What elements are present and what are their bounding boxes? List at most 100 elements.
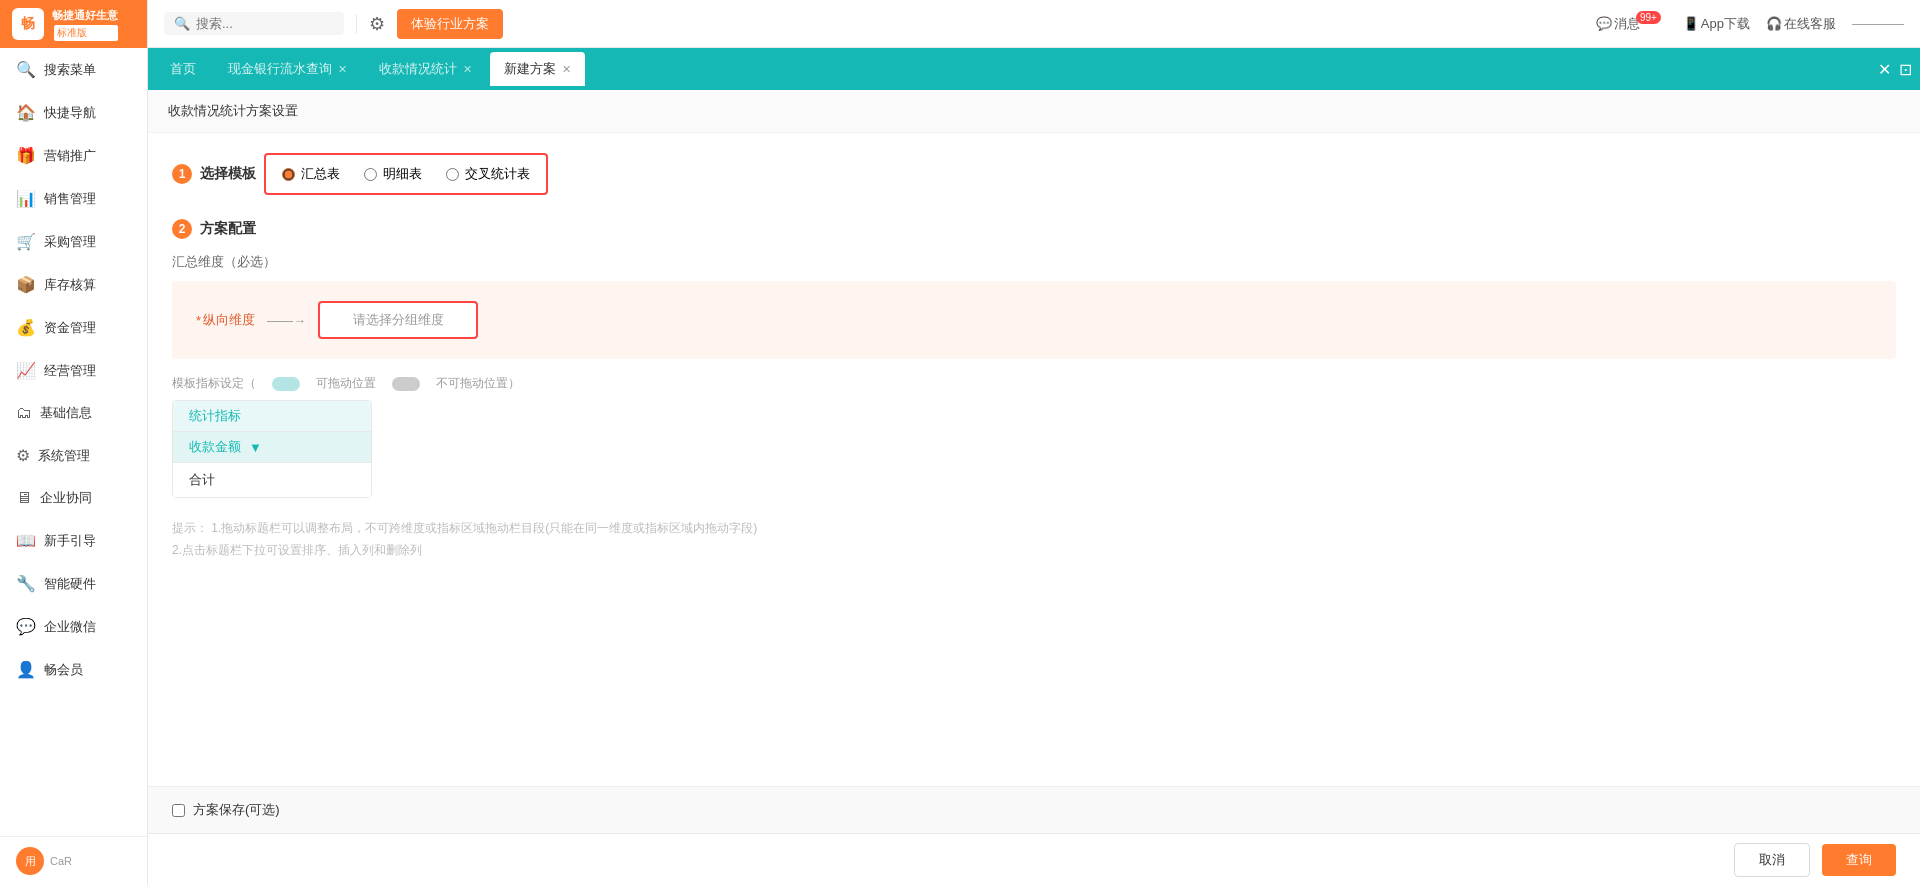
sidebar-item-label: 畅会员 xyxy=(44,661,83,679)
sidebar-item-enterprise[interactable]: 🖥 企业协同 xyxy=(0,477,147,519)
metrics-column-header[interactable]: 收款金额 ▼ xyxy=(173,432,371,463)
sidebar-item-label: 营销推广 xyxy=(44,147,96,165)
radio-cross-label: 交叉统计表 xyxy=(465,165,530,183)
query-button[interactable]: 查询 xyxy=(1822,844,1896,876)
metrics-column-dropdown-icon[interactable]: ▼ xyxy=(249,440,262,455)
tab-new-plan[interactable]: 新建方案 ✕ xyxy=(490,52,585,86)
tab-bank-label: 现金银行流水查询 xyxy=(228,60,332,78)
tip-1: 提示： 1.拖动标题栏可以调整布局，不可跨维度或指标区域拖动栏目段(只能在同一维… xyxy=(172,518,1896,540)
sidebar-bottom: 用 CaR xyxy=(0,836,147,885)
vertical-dim-label: 纵向维度 xyxy=(196,311,255,329)
logo-name: 畅捷通好生意 xyxy=(52,8,118,23)
tab-collection-close[interactable]: ✕ xyxy=(463,63,472,76)
template-options: 汇总表 明细表 交叉统计表 xyxy=(264,153,548,195)
logo-badge: 标准版 xyxy=(54,25,118,41)
purchase-icon: 🛒 xyxy=(16,232,36,251)
sidebar-logo: 畅 畅捷通好生意 标准版 xyxy=(0,0,147,48)
tab-collection-label: 收款情况统计 xyxy=(379,60,457,78)
dimension-select[interactable]: 请选择分组维度 xyxy=(318,301,478,339)
tip-2: 2.点击标题栏下拉可设置排序、插入列和删除列 xyxy=(172,540,1896,562)
sidebar-item-search-menu[interactable]: 🔍 搜索菜单 xyxy=(0,48,147,91)
radio-summary-label: 汇总表 xyxy=(301,165,340,183)
dim-placeholder: 请选择分组维度 xyxy=(353,311,444,329)
window-close-icon[interactable]: ✕ xyxy=(1878,60,1891,79)
sidebar-item-sales[interactable]: 📊 销售管理 xyxy=(0,177,147,220)
form-body: 1 选择模板 汇总表 明细表 交叉统计表 xyxy=(148,133,1920,786)
system-icon: ⚙ xyxy=(16,446,30,465)
radio-summary-input[interactable] xyxy=(282,168,295,181)
wechat-icon: 💬 xyxy=(16,617,36,636)
radio-detail-input[interactable] xyxy=(364,168,377,181)
topbar-right: 💬 消息 99+ 📱 App下载 🎧 在线客服 ———— xyxy=(1596,15,1904,33)
metrics-total-cell: 合计 xyxy=(173,463,371,497)
save-checkbox[interactable] xyxy=(172,804,185,817)
radio-cross-input[interactable] xyxy=(446,168,459,181)
sidebar-item-label: 资金管理 xyxy=(44,319,96,337)
bell-icon: 💬 xyxy=(1596,16,1612,31)
tab-new-plan-close[interactable]: ✕ xyxy=(562,63,571,76)
step2-section: 2 方案配置 汇总维度（必选） 纵向维度 ——→ xyxy=(172,219,1896,561)
step2-header: 2 方案配置 xyxy=(172,219,1896,239)
search-menu-icon: 🔍 xyxy=(16,60,36,79)
sidebar-item-quick-nav[interactable]: 🏠 快捷导航 xyxy=(0,91,147,134)
topbar-search-box[interactable]: 🔍 xyxy=(164,12,344,35)
user-name: CaR xyxy=(50,855,72,867)
download-icon: 📱 xyxy=(1683,16,1699,31)
config-section: 汇总维度（必选） 纵向维度 ——→ 请选择分组维度 xyxy=(172,253,1896,561)
sidebar-item-operation[interactable]: 📈 经营管理 xyxy=(0,349,147,392)
tab-bar: 首页 现金银行流水查询 ✕ 收款情况统计 ✕ 新建方案 ✕ ✕ ⊡ xyxy=(148,48,1920,90)
industry-btn[interactable]: 体验行业方案 xyxy=(397,9,503,39)
tab-bank[interactable]: 现金银行流水查询 ✕ xyxy=(214,52,361,86)
step2-num: 2 xyxy=(172,219,192,239)
sidebar-item-purchase[interactable]: 🛒 采购管理 xyxy=(0,220,147,263)
radio-summary[interactable]: 汇总表 xyxy=(282,165,340,183)
download-item[interactable]: 📱 App下载 xyxy=(1683,15,1750,33)
fixed-hint-label: 不可拖动位置） xyxy=(436,375,520,392)
search-icon: 🔍 xyxy=(174,16,190,31)
home-icon: 🏠 xyxy=(16,103,36,122)
tabs-right-actions: ✕ ⊡ xyxy=(1878,60,1912,79)
topbar-divider xyxy=(356,14,357,34)
step2-label: 方案配置 xyxy=(200,220,256,238)
radio-cross[interactable]: 交叉统计表 xyxy=(446,165,530,183)
cancel-button[interactable]: 取消 xyxy=(1734,843,1810,877)
dimension-row: 纵向维度 ——→ 请选择分组维度 xyxy=(196,301,1872,339)
sidebar-item-finance[interactable]: 💰 资金管理 xyxy=(0,306,147,349)
headset-icon: 🎧 xyxy=(1766,16,1782,31)
notification-item[interactable]: 💬 消息 99+ xyxy=(1596,15,1667,33)
sidebar-item-inventory[interactable]: 📦 库存核算 xyxy=(0,263,147,306)
user-info: ———— xyxy=(1852,16,1904,31)
sidebar-item-marketing[interactable]: 🎁 营销推广 xyxy=(0,134,147,177)
tab-home-label: 首页 xyxy=(170,60,196,78)
sidebar-item-basic-info[interactable]: 🗂 基础信息 xyxy=(0,392,147,434)
movable-toggle-icon xyxy=(272,377,300,391)
service-item[interactable]: 🎧 在线客服 xyxy=(1766,15,1836,33)
sidebar-item-label: 智能硬件 xyxy=(44,575,96,593)
tips-section: 提示： 1.拖动标题栏可以调整布局，不可跨维度或指标区域拖动栏目段(只能在同一维… xyxy=(172,518,1896,561)
sidebar-item-guide[interactable]: 📖 新手引导 xyxy=(0,519,147,562)
search-input[interactable] xyxy=(196,16,316,31)
sidebar-item-label: 基础信息 xyxy=(40,404,92,422)
tab-bank-close[interactable]: ✕ xyxy=(338,63,347,76)
dimension-area: 纵向维度 ——→ 请选择分组维度 xyxy=(172,281,1896,359)
fixed-toggle-icon xyxy=(392,377,420,391)
radio-detail[interactable]: 明细表 xyxy=(364,165,422,183)
sidebar-item-member[interactable]: 👤 畅会员 xyxy=(0,648,147,691)
sidebar-item-label: 企业协同 xyxy=(40,489,92,507)
finance-icon: 💰 xyxy=(16,318,36,337)
sidebar-item-label: 系统管理 xyxy=(38,447,90,465)
sidebar-item-label: 快捷导航 xyxy=(44,104,96,122)
gear-icon[interactable]: ⚙ xyxy=(369,13,385,35)
basic-info-icon: 🗂 xyxy=(16,404,32,422)
tab-new-plan-label: 新建方案 xyxy=(504,60,556,78)
main-area: 🔍 ⚙ 体验行业方案 💬 消息 99+ 📱 App下载 🎧 在线客服 ———— xyxy=(148,0,1920,885)
topbar: 🔍 ⚙ 体验行业方案 💬 消息 99+ 📱 App下载 🎧 在线客服 ———— xyxy=(148,0,1920,48)
sidebar-item-label: 企业微信 xyxy=(44,618,96,636)
sidebar-item-hardware[interactable]: 🔧 智能硬件 xyxy=(0,562,147,605)
sidebar-item-system[interactable]: ⚙ 系统管理 xyxy=(0,434,147,477)
window-maximize-icon[interactable]: ⊡ xyxy=(1899,60,1912,79)
sidebar-item-wechat[interactable]: 💬 企业微信 xyxy=(0,605,147,648)
tab-home[interactable]: 首页 xyxy=(156,52,210,86)
inventory-icon: 📦 xyxy=(16,275,36,294)
tab-collection[interactable]: 收款情况统计 ✕ xyxy=(365,52,486,86)
